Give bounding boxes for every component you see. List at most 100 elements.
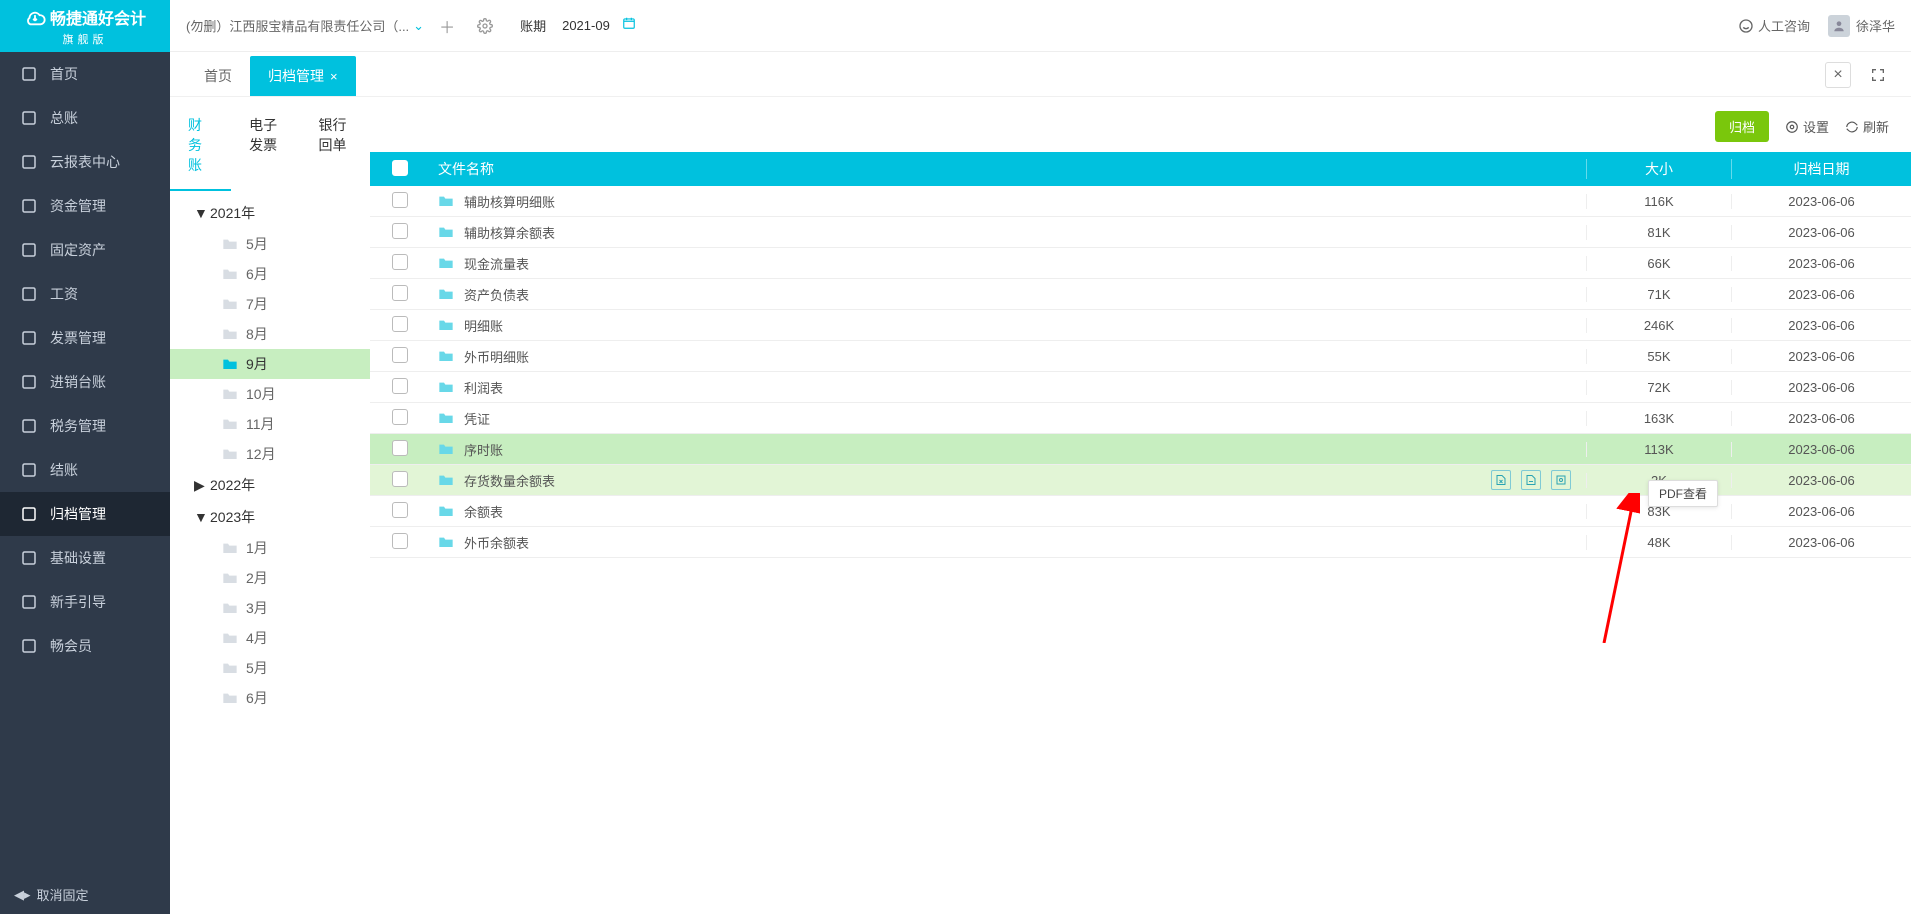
row-checkbox[interactable] — [392, 409, 408, 425]
tree-month[interactable]: 3月 — [170, 593, 370, 623]
row-checkbox[interactable] — [392, 223, 408, 239]
tree-month[interactable]: 5月 — [170, 229, 370, 259]
row-checkbox[interactable] — [392, 192, 408, 208]
tree-month[interactable]: 12月 — [170, 439, 370, 469]
tree-month-active[interactable]: 9月 — [170, 349, 370, 379]
sidebar-item-tax[interactable]: 税务管理 — [0, 404, 170, 448]
subtab-bank[interactable]: 银行回单 — [301, 101, 370, 191]
close-all-tabs[interactable]: × — [1825, 62, 1851, 88]
close-tab-icon[interactable]: × — [330, 69, 338, 84]
sidebar-item-close[interactable]: 结账 — [0, 448, 170, 492]
settings-link[interactable]: 设置 — [1785, 117, 1829, 136]
archive-button[interactable]: 归档 — [1715, 111, 1769, 142]
tree-month[interactable]: 5月 — [170, 653, 370, 683]
row-checkbox[interactable] — [392, 502, 408, 518]
tree-month[interactable]: 11月 — [170, 409, 370, 439]
consult-link[interactable]: 人工咨询 — [1738, 16, 1810, 35]
sidebar-item-chart[interactable]: 云报表中心 — [0, 140, 170, 184]
sidebar-item-wage[interactable]: 工资 — [0, 272, 170, 316]
sidebar: 畅捷通好会计 旗舰版 首页总账云报表中心资金管理固定资产工资发票管理进销台账税务… — [0, 0, 170, 914]
period-tree: ▼2021年 5月 6月 7月 8月 9月 10月 11月 12月 ▶2022年… — [170, 191, 370, 719]
table-row[interactable]: 序时账113K2023-06-06 — [370, 434, 1911, 465]
download-pdf-icon[interactable] — [1521, 470, 1541, 490]
unpin-label: 取消固定 — [37, 885, 89, 904]
sidebar-item-home[interactable]: 首页 — [0, 52, 170, 96]
row-checkbox[interactable] — [392, 254, 408, 270]
sidebar-item-invoice[interactable]: 发票管理 — [0, 316, 170, 360]
col-size: 大小 — [1586, 159, 1731, 179]
file-name: 序时账 — [464, 440, 503, 459]
row-checkbox[interactable] — [392, 440, 408, 456]
table-row[interactable]: 辅助核算明细账116K2023-06-06 — [370, 186, 1911, 217]
file-size: 72K — [1586, 380, 1731, 395]
tree-month[interactable]: 10月 — [170, 379, 370, 409]
user-menu[interactable]: 徐泽华 — [1828, 15, 1895, 37]
sidebar-item-member[interactable]: 畅会员 — [0, 624, 170, 668]
tree-month[interactable]: 7月 — [170, 289, 370, 319]
archive-date: 2023-06-06 — [1731, 225, 1911, 240]
calendar-icon[interactable] — [622, 16, 636, 35]
tree-year-2023[interactable]: ▼2023年 — [170, 501, 370, 533]
tree-month[interactable]: 1月 — [170, 533, 370, 563]
table-row[interactable]: 资产负债表71K2023-06-06 — [370, 279, 1911, 310]
file-name: 辅助核算余额表 — [464, 223, 555, 242]
download-excel-icon[interactable] — [1491, 470, 1511, 490]
row-checkbox[interactable] — [392, 316, 408, 332]
ledger-icon — [20, 109, 38, 127]
subtab-finance[interactable]: 财务账 — [170, 101, 231, 191]
tab-archive[interactable]: 归档管理 × — [250, 56, 356, 96]
tree-month[interactable]: 4月 — [170, 623, 370, 653]
sidebar-item-ledger[interactable]: 总账 — [0, 96, 170, 140]
col-date: 归档日期 — [1731, 159, 1911, 179]
tree-month[interactable]: 6月 — [170, 683, 370, 713]
sidebar-item-fund[interactable]: 资金管理 — [0, 184, 170, 228]
table-row[interactable]: 明细账246K2023-06-06 — [370, 310, 1911, 341]
table-row[interactable]: 外币余额表48K2023-06-06 — [370, 527, 1911, 558]
unpin-sidebar[interactable]: ◀▸ 取消固定 — [0, 875, 170, 914]
preview-pdf-icon[interactable] — [1551, 470, 1571, 490]
row-checkbox[interactable] — [392, 378, 408, 394]
tree-month[interactable]: 6月 — [170, 259, 370, 289]
folder-icon — [438, 504, 454, 518]
sidebar-item-asset[interactable]: 固定资产 — [0, 228, 170, 272]
row-checkbox[interactable] — [392, 347, 408, 363]
wage-icon — [20, 285, 38, 303]
table-row[interactable]: 现金流量表66K2023-06-06 — [370, 248, 1911, 279]
table-row[interactable]: 凭证163K2023-06-06 — [370, 403, 1911, 434]
pdf-tooltip: PDF查看 — [1648, 480, 1718, 507]
sidebar-item-label: 总账 — [50, 108, 78, 128]
archive-date: 2023-06-06 — [1731, 380, 1911, 395]
sidebar-item-gear[interactable]: 基础设置 — [0, 536, 170, 580]
row-checkbox[interactable] — [392, 285, 408, 301]
table-row[interactable]: 辅助核算余额表81K2023-06-06 — [370, 217, 1911, 248]
company-settings-button[interactable] — [476, 17, 494, 35]
table-header: 文件名称 大小 归档日期 — [370, 152, 1911, 186]
sidebar-item-archive[interactable]: 归档管理 — [0, 492, 170, 536]
subtab-einvoice[interactable]: 电子发票 — [231, 101, 300, 191]
refresh-link[interactable]: 刷新 — [1845, 117, 1889, 136]
tax-icon — [20, 417, 38, 435]
sidebar-item-guide[interactable]: 新手引导 — [0, 580, 170, 624]
add-company-button[interactable]: ＋ — [438, 17, 456, 35]
file-name: 余额表 — [464, 502, 503, 521]
fullscreen-icon[interactable] — [1865, 62, 1891, 88]
tab-home[interactable]: 首页 — [186, 56, 250, 96]
select-all-checkbox[interactable] — [392, 160, 408, 176]
sidebar-item-inout[interactable]: 进销台账 — [0, 360, 170, 404]
period-value[interactable]: 2021-09 — [562, 18, 610, 33]
table-row[interactable]: 利润表72K2023-06-06 — [370, 372, 1911, 403]
row-checkbox[interactable] — [392, 471, 408, 487]
table-row[interactable]: 外币明细账55K2023-06-06 — [370, 341, 1911, 372]
company-selector[interactable]: (勿删）江西服宝精品有限责任公司（... ⌄ — [186, 16, 424, 35]
home-icon — [20, 65, 38, 83]
tree-month[interactable]: 8月 — [170, 319, 370, 349]
inout-icon — [20, 373, 38, 391]
tree-year-2021[interactable]: ▼2021年 — [170, 197, 370, 229]
topbar: (勿删）江西服宝精品有限责任公司（... ⌄ ＋ 账期 2021-09 人工咨询 — [170, 0, 1911, 52]
tree-year-2022[interactable]: ▶2022年 — [170, 469, 370, 501]
brand-edition: 旗舰版 — [63, 31, 108, 47]
folder-icon — [438, 442, 454, 456]
row-checkbox[interactable] — [392, 533, 408, 549]
archive-date: 2023-06-06 — [1731, 349, 1911, 364]
tree-month[interactable]: 2月 — [170, 563, 370, 593]
